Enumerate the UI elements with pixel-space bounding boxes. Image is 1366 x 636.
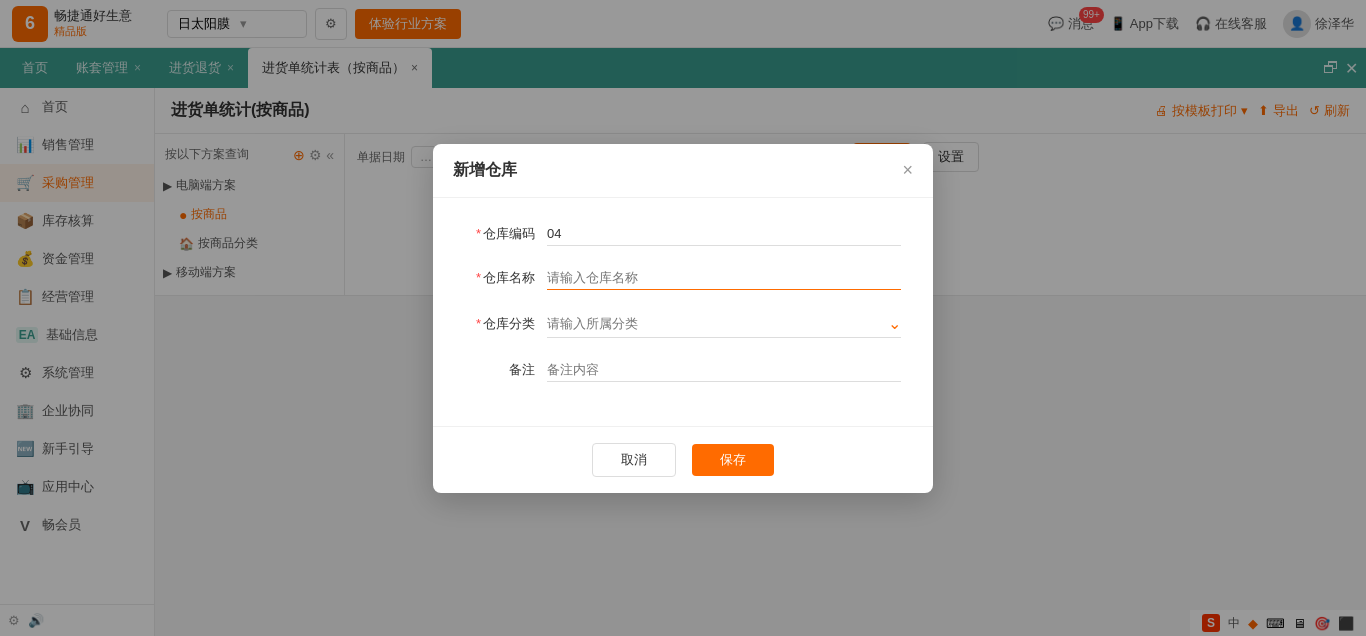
modal-footer: 取消 保存: [433, 426, 933, 493]
category-dropdown-icon: ⌄: [888, 314, 901, 333]
cancel-button[interactable]: 取消: [592, 443, 676, 477]
modal-overlay[interactable]: 新增仓库 × 仓库编码 仓库名称 仓库分类 ⌄: [0, 0, 1366, 636]
category-input[interactable]: [547, 316, 888, 331]
modal-close-button[interactable]: ×: [902, 161, 913, 179]
note-input[interactable]: [547, 358, 901, 382]
category-label: 仓库分类: [465, 315, 535, 333]
form-row-category: 仓库分类 ⌄: [465, 310, 901, 338]
category-select[interactable]: ⌄: [547, 310, 901, 338]
code-label: 仓库编码: [465, 225, 535, 243]
modal-header: 新增仓库 ×: [433, 144, 933, 198]
modal-add-warehouse: 新增仓库 × 仓库编码 仓库名称 仓库分类 ⌄: [433, 144, 933, 493]
modal-title: 新增仓库: [453, 160, 517, 181]
modal-body: 仓库编码 仓库名称 仓库分类 ⌄ 备注: [433, 198, 933, 426]
name-input[interactable]: [547, 266, 901, 290]
name-label: 仓库名称: [465, 269, 535, 287]
note-label: 备注: [465, 361, 535, 379]
form-row-note: 备注: [465, 358, 901, 382]
form-row-code: 仓库编码: [465, 222, 901, 246]
form-row-name: 仓库名称: [465, 266, 901, 290]
code-input[interactable]: [547, 222, 901, 246]
save-button[interactable]: 保存: [692, 444, 774, 476]
